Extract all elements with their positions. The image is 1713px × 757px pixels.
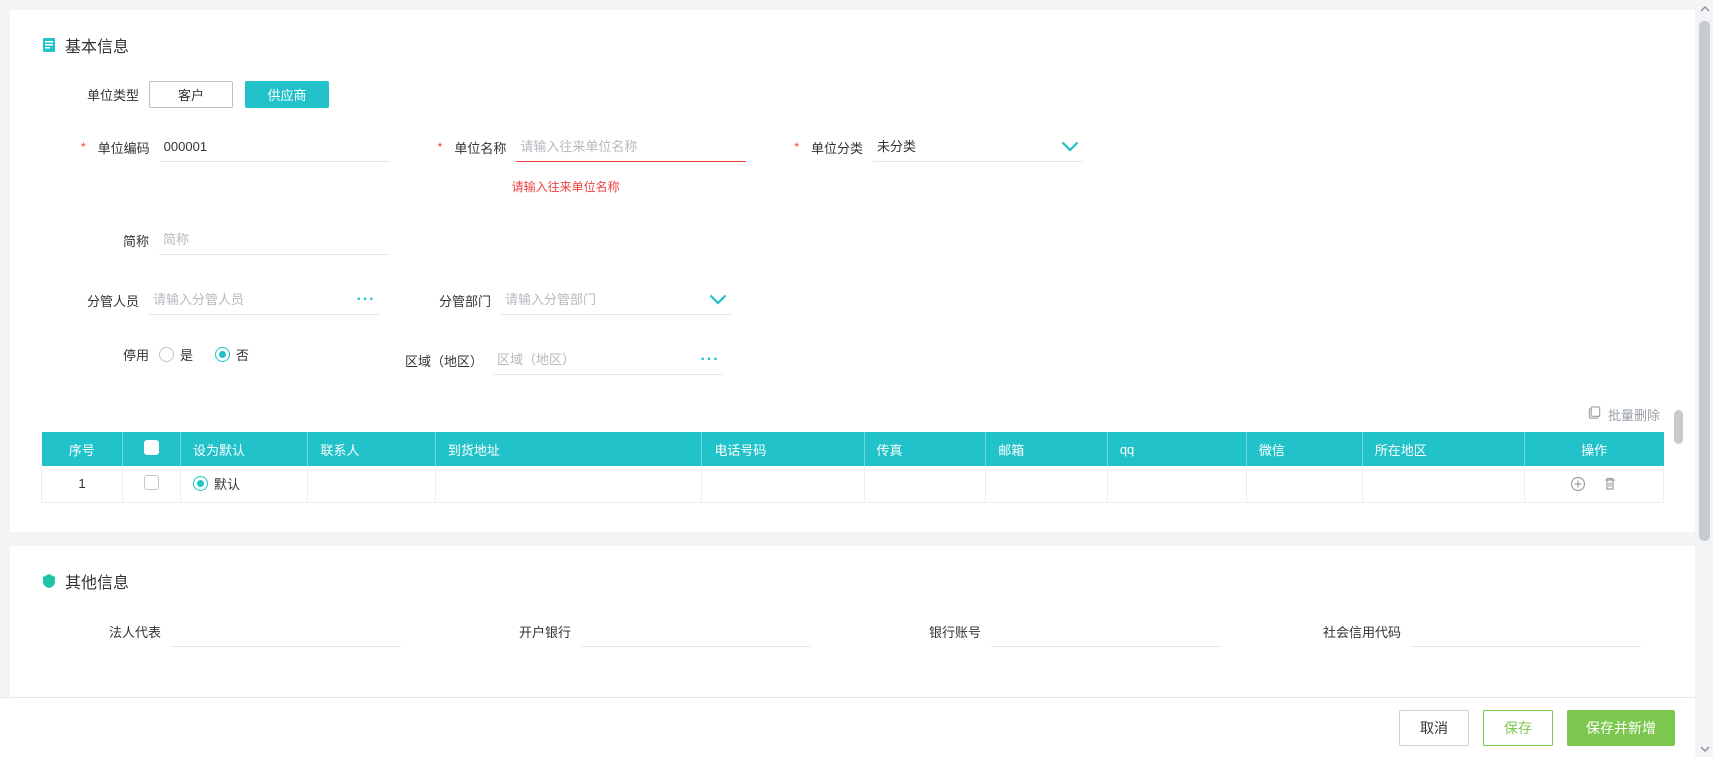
basic-info-title: 基本信息	[65, 33, 129, 57]
unit-name-input[interactable]	[516, 132, 746, 162]
scrollbar-thumb[interactable]	[1699, 21, 1710, 541]
required-mark: *	[81, 140, 86, 154]
inner-scrollbar-thumb[interactable]	[1674, 410, 1683, 444]
dept-label: 分管部门	[433, 291, 491, 310]
scroll-up-arrow-icon[interactable]	[1696, 0, 1713, 17]
chevron-down-icon[interactable]	[709, 291, 727, 309]
social-credit-label: 社会信用代码	[1301, 622, 1401, 641]
th-qq: qq	[1107, 432, 1246, 466]
row-default-label: 默认	[214, 474, 240, 493]
scrollbar-track[interactable]	[1696, 17, 1713, 740]
basic-info-panel: 基本信息 单位类型 客户 供应商 *	[10, 10, 1695, 532]
save-and-add-button[interactable]: 保存并新增	[1567, 710, 1675, 746]
cell-location[interactable]	[1362, 466, 1524, 502]
legal-rep-label: 法人代表	[71, 622, 161, 641]
cell-seq: 1	[42, 466, 123, 502]
other-info-title: 其他信息	[65, 569, 129, 593]
cell-phone[interactable]	[702, 466, 864, 502]
form-icon	[41, 37, 57, 53]
basic-info-header: 基本信息	[41, 33, 1664, 57]
other-info-panel: 其他信息 法人代表 开户银行 银行账号	[10, 546, 1695, 698]
disabled-yes-radio[interactable]: 是	[159, 345, 193, 364]
bank-account-input[interactable]	[991, 617, 1221, 647]
th-wechat: 微信	[1246, 432, 1362, 466]
disabled-no-radio[interactable]: 否	[215, 345, 249, 364]
unit-type-label: 单位类型	[81, 85, 139, 104]
required-mark: *	[438, 140, 443, 154]
cell-qq[interactable]	[1107, 466, 1246, 502]
cell-fax[interactable]	[864, 466, 986, 502]
bank-account-label: 银行账号	[891, 622, 981, 641]
batch-delete-link[interactable]: 批量删除	[41, 405, 1660, 424]
disabled-yes-label: 是	[180, 345, 193, 364]
th-fax: 传真	[864, 432, 986, 466]
info-icon	[41, 573, 57, 589]
unit-type-customer[interactable]: 客户	[149, 81, 233, 108]
trash-stack-icon	[1587, 406, 1602, 424]
contacts-table: 序号 设为默认 联系人 到货地址 电话号码 传真 邮箱 qq 微信 所在地区 操…	[41, 432, 1664, 503]
add-row-icon[interactable]	[1570, 476, 1586, 492]
batch-delete-label: 批量删除	[1608, 405, 1660, 424]
cancel-button[interactable]: 取消	[1399, 710, 1469, 746]
ellipsis-icon[interactable]: ···	[357, 291, 375, 309]
required-mark: *	[794, 140, 799, 154]
region-label: 区域（地区）	[393, 351, 483, 370]
cell-contact[interactable]	[308, 466, 435, 502]
th-ship-addr: 到货地址	[435, 432, 701, 466]
disabled-label: 停用	[91, 345, 149, 364]
cell-email[interactable]	[986, 466, 1108, 502]
th-seq: 序号	[42, 432, 123, 466]
ellipsis-icon[interactable]: ···	[701, 351, 719, 369]
unit-category-label: 单位分类	[811, 138, 863, 157]
scroll-down-arrow-icon[interactable]	[1696, 740, 1713, 757]
unit-type-supplier[interactable]: 供应商	[245, 81, 329, 108]
th-contact: 联系人	[308, 432, 435, 466]
th-checkbox[interactable]	[123, 432, 181, 466]
other-info-header: 其他信息	[41, 569, 1664, 593]
th-location: 所在地区	[1362, 432, 1524, 466]
unit-category-select[interactable]	[873, 132, 1083, 162]
short-name-label: 简称	[91, 231, 149, 250]
unit-name-label: 单位名称	[454, 138, 506, 157]
unit-name-error: 请输入往来单位名称	[512, 178, 620, 195]
legal-rep-input[interactable]	[171, 617, 401, 647]
manager-input[interactable]	[149, 285, 379, 315]
social-credit-input[interactable]	[1411, 617, 1641, 647]
short-name-input[interactable]	[159, 225, 389, 255]
cell-wechat[interactable]	[1246, 466, 1362, 502]
disabled-radio-group: 是 否	[159, 345, 271, 364]
bank-label: 开户银行	[481, 622, 571, 641]
cell-ship-addr[interactable]	[435, 466, 701, 502]
table-row: 1 默认	[42, 466, 1664, 502]
dept-input[interactable]	[501, 285, 731, 315]
unit-code-label: 单位编码	[98, 138, 150, 157]
row-checkbox[interactable]	[144, 475, 159, 490]
delete-row-icon[interactable]	[1602, 476, 1618, 492]
unit-type-toggle: 客户 供应商	[149, 81, 329, 108]
th-email: 邮箱	[986, 432, 1108, 466]
th-ops: 操作	[1524, 432, 1663, 466]
bank-input[interactable]	[581, 617, 811, 647]
save-button[interactable]: 保存	[1483, 710, 1553, 746]
chevron-down-icon[interactable]	[1061, 138, 1079, 156]
region-input[interactable]	[493, 345, 723, 375]
disabled-no-label: 否	[236, 345, 249, 364]
th-phone: 电话号码	[702, 432, 864, 466]
window-scrollbar[interactable]	[1696, 0, 1713, 757]
unit-code-input[interactable]	[160, 132, 390, 162]
manager-label: 分管人员	[81, 291, 139, 310]
row-default-radio[interactable]: 默认	[193, 474, 240, 493]
bottom-action-bar: 取消 保存 保存并新增	[0, 697, 1695, 757]
th-set-default: 设为默认	[181, 432, 308, 466]
